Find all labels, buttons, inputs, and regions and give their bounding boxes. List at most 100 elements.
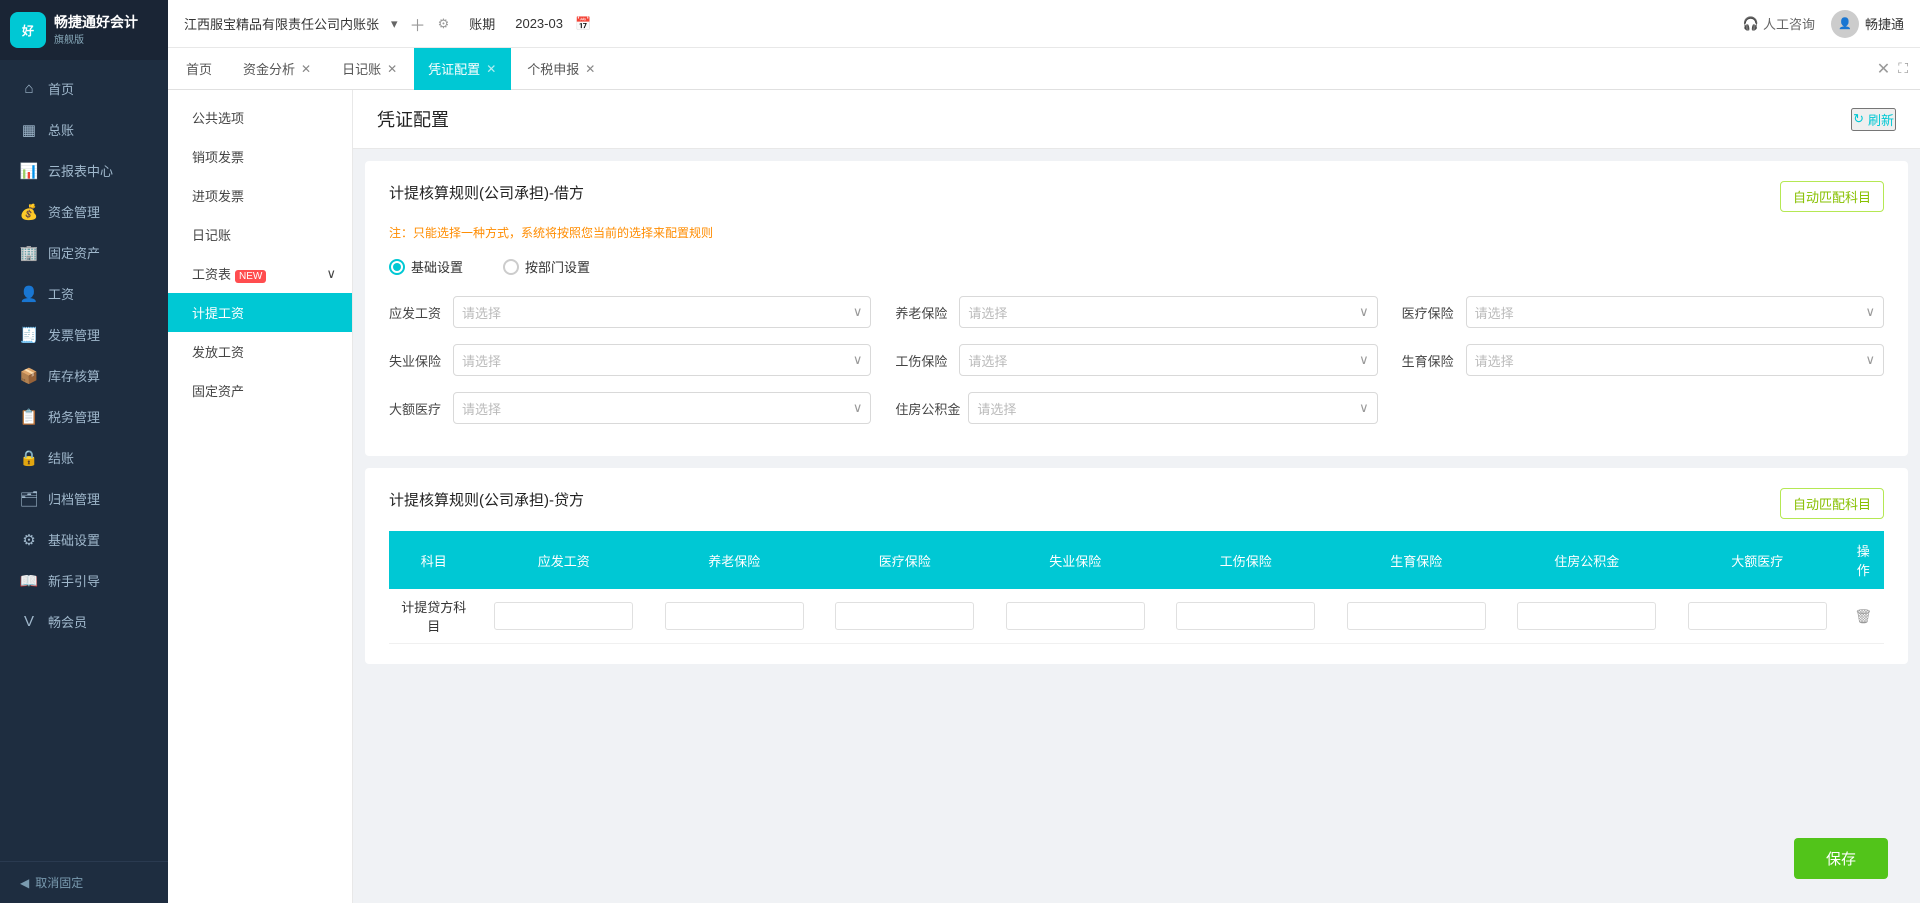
cell-should-pay[interactable]	[479, 589, 650, 644]
sidebar-item-archive[interactable]: 🗂 归档管理	[0, 478, 168, 519]
input-medical[interactable]	[835, 602, 974, 630]
guide-icon: 📖	[20, 572, 38, 590]
sidebar-nav: ⌂ 首页 ▦ 总账 📊 云报表中心 💰 资金管理 🏢 固定资产 👤 工资 🧾 发…	[0, 60, 168, 861]
input-injury[interactable]	[1176, 602, 1315, 630]
radio-dept-setting[interactable]: 按部门设置	[503, 257, 590, 276]
subnav-salary-advance[interactable]: 计提工资	[168, 293, 352, 332]
col-medical: 医疗保险	[820, 531, 991, 589]
debit-auto-match-button[interactable]: 自动匹配科目	[1780, 181, 1884, 212]
calendar-icon[interactable]: 📅	[575, 16, 591, 32]
cell-maternity[interactable]	[1331, 589, 1502, 644]
sidebar-item-tax[interactable]: 📋 税务管理	[0, 396, 168, 437]
tab-tax-close[interactable]: ✕	[585, 62, 595, 76]
refresh-button[interactable]: ↻ 刷新	[1851, 108, 1896, 131]
tax-icon: 📋	[20, 408, 38, 426]
select-injury[interactable]: 请选择 ∨	[959, 344, 1377, 376]
user-menu[interactable]: 👤 畅捷通	[1831, 10, 1904, 38]
subnav-purchase-invoice[interactable]: 进项发票	[168, 176, 352, 215]
cell-injury[interactable]	[1161, 589, 1332, 644]
cancel-pin-button[interactable]: ◀ 取消固定	[0, 861, 168, 903]
sidebar-item-settings[interactable]: ⚙ 基础设置	[0, 519, 168, 560]
tab-voucher-label: 凭证配置	[428, 59, 480, 78]
subnav-fixed-assets[interactable]: 固定资产	[168, 371, 352, 410]
select-pension[interactable]: 请选择 ∨	[959, 296, 1377, 328]
tab-home[interactable]: 首页	[172, 48, 227, 90]
select-medical[interactable]: 请选择 ∨	[1466, 296, 1884, 328]
service-button[interactable]: 🎧 人工咨询	[1743, 14, 1815, 33]
radio-basic-setting[interactable]: 基础设置	[389, 257, 463, 276]
sidebar-item-label: 工资	[48, 284, 74, 303]
input-pension[interactable]	[665, 602, 804, 630]
subnav-sales-invoice[interactable]: 销项发票	[168, 137, 352, 176]
col-injury: 工伤保险	[1161, 531, 1332, 589]
sidebar-item-ledger[interactable]: ▦ 总账	[0, 109, 168, 150]
company-dropdown-icon[interactable]: ▾	[391, 16, 398, 32]
select-should-pay[interactable]: 请选择 ∨	[453, 296, 871, 328]
input-should-pay[interactable]	[494, 602, 633, 630]
expand-window-icon[interactable]: ⛶	[1898, 60, 1908, 77]
cell-pension[interactable]	[649, 589, 820, 644]
sidebar-item-reports[interactable]: 📊 云报表中心	[0, 150, 168, 191]
sidebar-item-label: 税务管理	[48, 407, 100, 426]
sidebar-item-inventory[interactable]: 📦 库存核算	[0, 355, 168, 396]
cell-housing-fund[interactable]	[1502, 589, 1673, 644]
select-unemployment[interactable]: 请选择 ∨	[453, 344, 871, 376]
cell-unemployment[interactable]	[990, 589, 1161, 644]
sidebar-item-guide[interactable]: 📖 新手引导	[0, 560, 168, 601]
tab-voucher[interactable]: 凭证配置 ✕	[414, 48, 511, 90]
sidebar-item-home[interactable]: ⌂ 首页	[0, 68, 168, 109]
radio-basic-indicator	[389, 259, 405, 275]
sidebar-item-capital[interactable]: 💰 资金管理	[0, 191, 168, 232]
sidebar-item-salary[interactable]: 👤 工资	[0, 273, 168, 314]
subnav-salary-table-label: 工资表NEW	[192, 264, 266, 283]
cancel-pin-label: 取消固定	[35, 874, 83, 891]
close-window-icon[interactable]: ✕	[1877, 59, 1890, 79]
add-company-button[interactable]: ＋	[410, 12, 426, 36]
save-button[interactable]: 保存	[1794, 838, 1888, 879]
chevron-down-icon: ∨	[1359, 400, 1369, 416]
subnav-salary-table[interactable]: 工资表NEW ∨	[168, 254, 352, 293]
tab-capital-close[interactable]: ✕	[301, 62, 311, 76]
tab-journal[interactable]: 日记账 ✕	[328, 48, 412, 90]
sidebar-item-closing[interactable]: 🔒 结账	[0, 437, 168, 478]
cell-big-medical[interactable]	[1672, 589, 1843, 644]
settings-icon[interactable]: ⚙	[438, 16, 450, 32]
select-housing-fund[interactable]: 请选择 ∨	[968, 392, 1377, 424]
select-pension-text: 请选择	[968, 303, 1007, 322]
credit-auto-match-button[interactable]: 自动匹配科目	[1780, 488, 1884, 519]
select-big-medical[interactable]: 请选择 ∨	[453, 392, 871, 424]
sidebar-item-vip[interactable]: V 畅会员	[0, 601, 168, 642]
assets-icon: 🏢	[20, 244, 38, 262]
subnav-public[interactable]: 公共选项	[168, 98, 352, 137]
headset-icon: 🎧	[1743, 16, 1759, 32]
tab-capital[interactable]: 资金分析 ✕	[229, 48, 326, 90]
debit-radio-group: 基础设置 按部门设置	[389, 257, 1884, 276]
input-maternity[interactable]	[1347, 602, 1486, 630]
sidebar-item-label: 固定资产	[48, 243, 100, 262]
sidebar-item-assets[interactable]: 🏢 固定资产	[0, 232, 168, 273]
select-maternity-text: 请选择	[1475, 351, 1514, 370]
chevron-down-icon: ∨	[853, 352, 863, 368]
select-maternity[interactable]: 请选择 ∨	[1466, 344, 1884, 376]
logo-icon: 好	[10, 12, 46, 48]
subnav-salary-pay[interactable]: 发放工资	[168, 332, 352, 371]
chevron-down-icon: ∨	[853, 400, 863, 416]
tab-tax[interactable]: 个税申报 ✕	[513, 48, 610, 90]
tab-journal-label: 日记账	[342, 59, 381, 78]
tab-journal-close[interactable]: ✕	[387, 62, 397, 76]
subnav-journal[interactable]: 日记账	[168, 215, 352, 254]
input-unemployment[interactable]	[1006, 602, 1145, 630]
cell-medical[interactable]	[820, 589, 991, 644]
select-injury-text: 请选择	[968, 351, 1007, 370]
input-housing-fund[interactable]	[1517, 602, 1656, 630]
col-subject: 科目	[389, 531, 479, 589]
sidebar-item-label: 库存核算	[48, 366, 100, 385]
tab-voucher-close[interactable]: ✕	[486, 62, 496, 76]
input-big-medical[interactable]	[1688, 602, 1827, 630]
cell-delete[interactable]: 🗑	[1843, 589, 1884, 644]
chevron-down-icon: ∨	[1865, 304, 1875, 320]
delete-row-icon[interactable]: 🗑	[1854, 608, 1872, 624]
sidebar-item-invoice[interactable]: 🧾 发票管理	[0, 314, 168, 355]
sidebar-item-label: 云报表中心	[48, 161, 113, 180]
settings-icon: ⚙	[20, 531, 38, 549]
